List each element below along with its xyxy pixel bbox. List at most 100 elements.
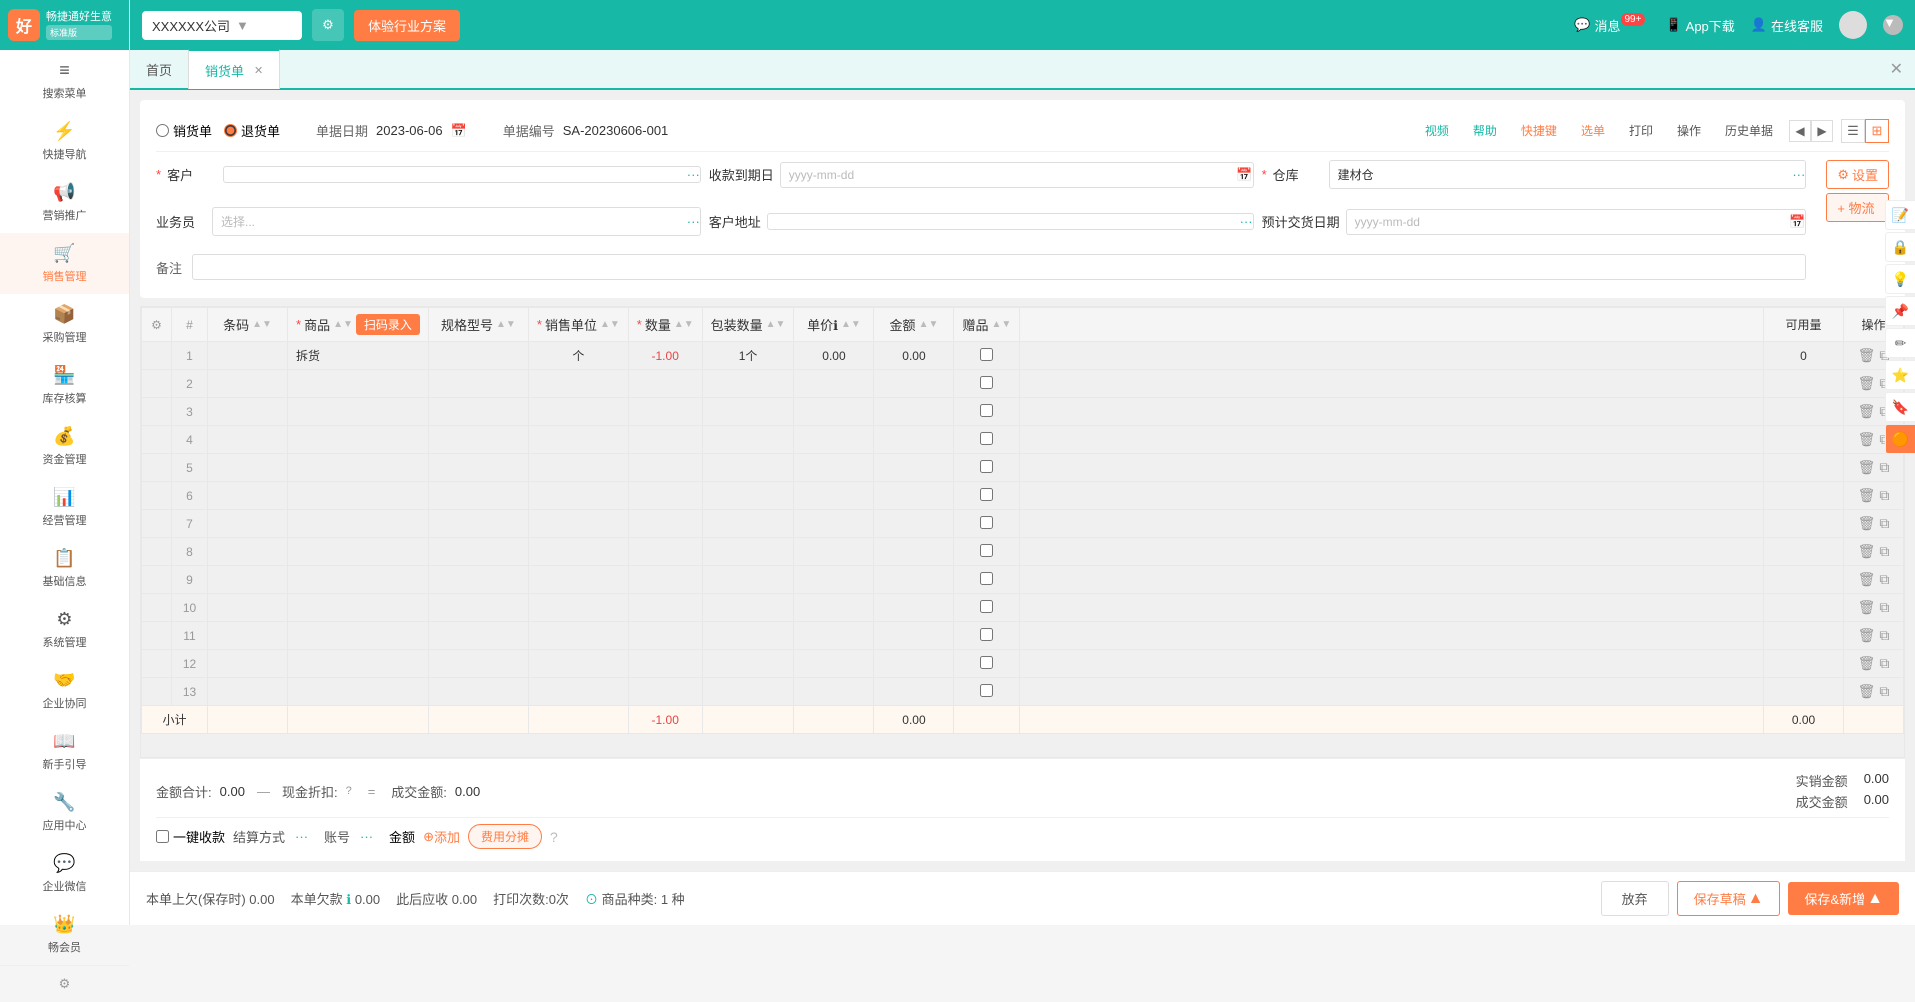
print-button[interactable]: 打印 bbox=[1621, 118, 1661, 143]
scan-input-button[interactable]: 扫码录入 bbox=[356, 314, 420, 335]
expected-delivery-input[interactable]: yyyy-mm-dd bbox=[1347, 210, 1786, 234]
row-price[interactable] bbox=[794, 594, 874, 622]
col-goods[interactable]: *商品▲▼ 扫码录入 bbox=[288, 308, 429, 342]
sale-order-radio[interactable]: 销货单 bbox=[156, 121, 212, 140]
row-gift[interactable] bbox=[954, 678, 1020, 706]
row-pkgqty[interactable] bbox=[702, 370, 794, 398]
row-unit[interactable] bbox=[528, 678, 628, 706]
row-unit[interactable] bbox=[528, 454, 628, 482]
logistics-button[interactable]: + 物流 bbox=[1826, 193, 1889, 222]
row-amount[interactable] bbox=[874, 482, 954, 510]
row-goods[interactable] bbox=[288, 454, 429, 482]
row-price[interactable] bbox=[794, 622, 874, 650]
sale-order-radio-input[interactable] bbox=[156, 124, 169, 137]
row-amount[interactable] bbox=[874, 510, 954, 538]
row-qty[interactable] bbox=[628, 566, 702, 594]
row-goods[interactable]: 拆货 bbox=[288, 342, 429, 370]
sidebar-item-search[interactable]: ≡ 搜索菜单 bbox=[0, 50, 129, 111]
warehouse-dots-button[interactable]: ··· bbox=[1792, 167, 1805, 182]
sidebar-item-quick[interactable]: ⚡ 快捷导航 bbox=[0, 111, 129, 172]
copy-row-icon[interactable]: ⧉ bbox=[1879, 599, 1889, 616]
float-star-button[interactable]: ⭐ bbox=[1885, 360, 1915, 390]
row-gift[interactable] bbox=[954, 566, 1020, 594]
row-amount[interactable] bbox=[874, 454, 954, 482]
row-price[interactable] bbox=[794, 426, 874, 454]
sidebar-item-marketing[interactable]: 📢 营销推广 bbox=[0, 172, 129, 233]
row-pkgqty[interactable] bbox=[702, 398, 794, 426]
row-qty[interactable] bbox=[628, 398, 702, 426]
row-qty[interactable] bbox=[628, 538, 702, 566]
row-pkgqty[interactable]: 1个 bbox=[702, 342, 794, 370]
delete-row-icon[interactable]: 🗑 bbox=[1858, 571, 1876, 588]
sidebar-item-basic[interactable]: 📋 基础信息 bbox=[0, 538, 129, 599]
row-unit[interactable] bbox=[528, 650, 628, 678]
row-barcode[interactable] bbox=[208, 650, 288, 678]
row-gift[interactable] bbox=[954, 426, 1020, 454]
save-new-button[interactable]: 保存&新增 ▲ bbox=[1788, 882, 1899, 915]
row-barcode[interactable] bbox=[208, 594, 288, 622]
row-spec[interactable] bbox=[428, 370, 528, 398]
row-amount[interactable] bbox=[874, 398, 954, 426]
row-pkgqty[interactable] bbox=[702, 678, 794, 706]
row-barcode[interactable] bbox=[208, 482, 288, 510]
history-button[interactable]: 历史单据 bbox=[1717, 118, 1781, 143]
row-gift[interactable] bbox=[954, 342, 1020, 370]
online-service-button[interactable]: 👤 在线客服 bbox=[1751, 16, 1823, 35]
topbar-gear-button[interactable]: ⚙ bbox=[312, 9, 344, 41]
copy-row-icon[interactable]: ⧉ bbox=[1879, 571, 1889, 588]
sidebar-item-member[interactable]: 👑 畅会员 bbox=[0, 904, 129, 965]
customer-address-input-wrap[interactable]: ··· bbox=[767, 213, 1254, 230]
delete-row-icon[interactable]: 🗑 bbox=[1858, 515, 1876, 532]
copy-row-icon[interactable]: ⧉ bbox=[1879, 459, 1889, 476]
row-barcode[interactable] bbox=[208, 510, 288, 538]
gift-checkbox[interactable] bbox=[980, 572, 993, 585]
app-download-button[interactable]: 📱 App下载 bbox=[1665, 16, 1734, 35]
list-view-button[interactable]: ☰ bbox=[1841, 119, 1865, 143]
one-click-pay-checkbox[interactable]: 一键收款 bbox=[156, 827, 225, 846]
delete-row-icon[interactable]: 🗑 bbox=[1858, 431, 1876, 448]
row-gift[interactable] bbox=[954, 370, 1020, 398]
row-unit[interactable] bbox=[528, 426, 628, 454]
row-spec[interactable] bbox=[428, 622, 528, 650]
row-barcode[interactable] bbox=[208, 370, 288, 398]
trial-industry-button[interactable]: 体验行业方案 bbox=[354, 10, 460, 41]
row-amount[interactable]: 0.00 bbox=[874, 342, 954, 370]
due-date-input-wrap[interactable]: yyyy-mm-dd 📅 bbox=[780, 162, 1254, 188]
row-unit[interactable] bbox=[528, 398, 628, 426]
row-barcode[interactable] bbox=[208, 342, 288, 370]
col-pkgqty[interactable]: 包装数量▲▼ bbox=[702, 308, 794, 342]
sidebar-item-sales[interactable]: 🛒 销售管理 bbox=[0, 233, 129, 294]
float-orange-button[interactable]: 🟠 bbox=[1885, 424, 1915, 454]
customer-input[interactable] bbox=[224, 170, 683, 180]
float-note-button[interactable]: 📝 bbox=[1885, 200, 1915, 230]
row-price[interactable] bbox=[794, 482, 874, 510]
address-dots-button[interactable]: ··· bbox=[1240, 214, 1253, 229]
pay-method-dots[interactable]: ··· bbox=[295, 829, 308, 844]
row-barcode[interactable] bbox=[208, 566, 288, 594]
return-order-radio[interactable]: 退货单 bbox=[224, 121, 280, 140]
salesman-dots-button[interactable]: ··· bbox=[687, 214, 700, 229]
float-lock-button[interactable]: 🔒 bbox=[1885, 232, 1915, 262]
row-price[interactable]: 0.00 bbox=[794, 342, 874, 370]
sidebar-item-finance[interactable]: 💰 资金管理 bbox=[0, 416, 129, 477]
row-spec[interactable] bbox=[428, 454, 528, 482]
notes-input[interactable] bbox=[192, 254, 1806, 280]
copy-row-icon[interactable]: ⧉ bbox=[1879, 515, 1889, 532]
video-help-button[interactable]: 视频 bbox=[1417, 118, 1457, 143]
grid-view-button[interactable]: ⊞ bbox=[1865, 119, 1889, 143]
row-pkgqty[interactable] bbox=[702, 622, 794, 650]
warehouse-input-wrap[interactable]: 建材仓 ··· bbox=[1329, 160, 1807, 189]
row-unit[interactable]: 个 bbox=[528, 342, 628, 370]
delete-row-icon[interactable]: 🗑 bbox=[1858, 599, 1876, 616]
delete-row-icon[interactable]: 🗑 bbox=[1858, 655, 1876, 672]
row-spec[interactable] bbox=[428, 342, 528, 370]
customer-address-input[interactable] bbox=[768, 217, 1236, 227]
row-barcode[interactable] bbox=[208, 622, 288, 650]
delete-row-icon[interactable]: 🗑 bbox=[1858, 347, 1876, 364]
delete-row-icon[interactable]: 🗑 bbox=[1858, 683, 1876, 700]
gift-checkbox[interactable] bbox=[980, 488, 993, 501]
col-unit[interactable]: *销售单位▲▼ bbox=[528, 308, 628, 342]
row-amount[interactable] bbox=[874, 426, 954, 454]
row-qty[interactable] bbox=[628, 370, 702, 398]
expected-delivery-input-wrap[interactable]: yyyy-mm-dd 📅 bbox=[1346, 209, 1807, 235]
